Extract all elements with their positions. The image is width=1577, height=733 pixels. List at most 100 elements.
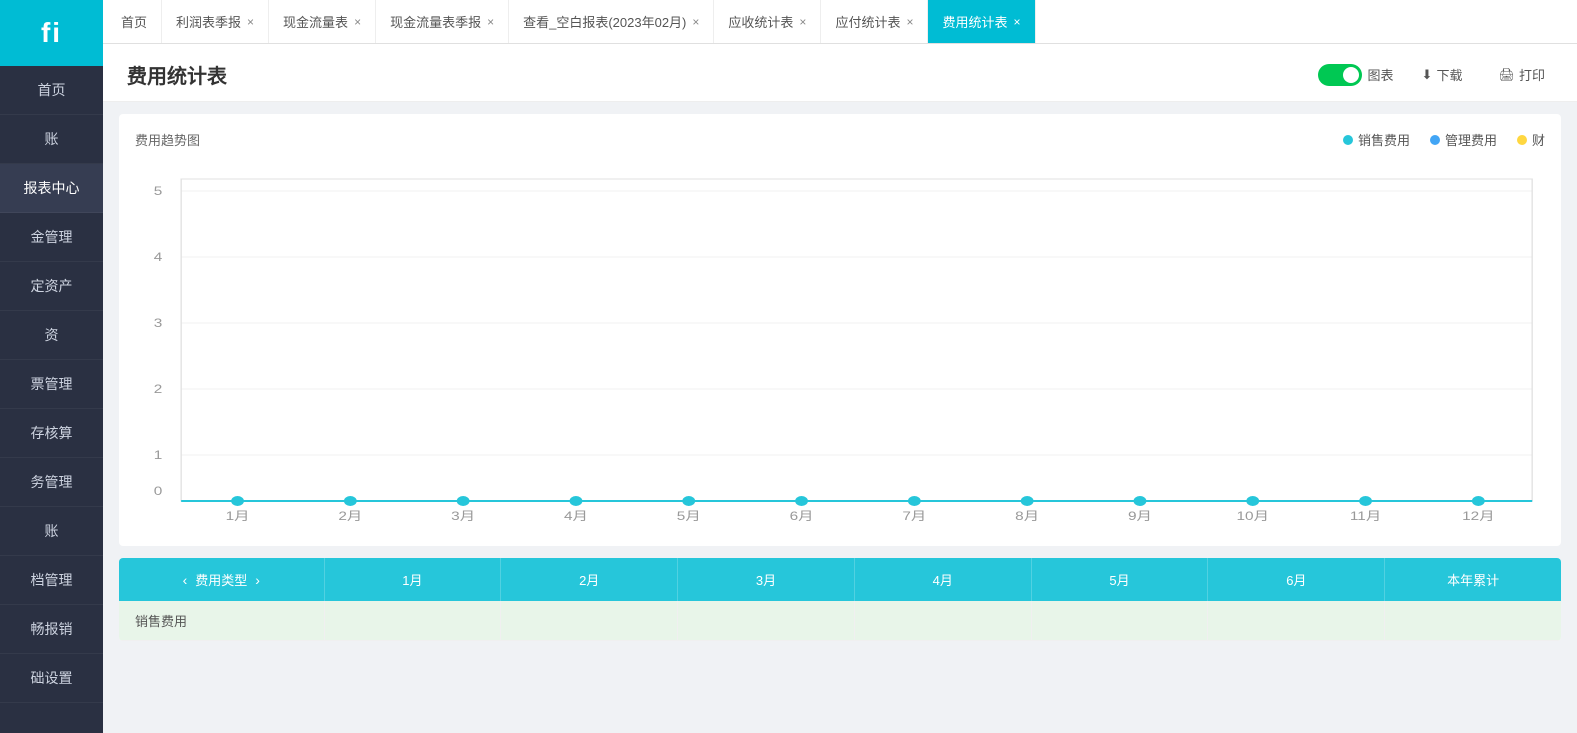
th-expense-type: ‹ 费用类型 › (119, 558, 325, 601)
td-mar (678, 601, 855, 640)
table-section: ‹ 费用类型 › 1月 2月 3月 4月 5月 6月 本年累计 销售费用 (119, 558, 1561, 641)
svg-text:12月: 12月 (1462, 510, 1494, 523)
legend-sales: 销售费用 (1343, 130, 1410, 149)
data-point-7 (908, 496, 921, 506)
sidebar-logo: fi (0, 0, 103, 66)
data-point-11 (1359, 496, 1372, 506)
svg-text:4: 4 (154, 251, 163, 264)
close-icon[interactable]: × (692, 15, 699, 29)
sidebar-item-archive[interactable]: 档管理 (0, 556, 103, 605)
data-point-9 (1134, 496, 1147, 506)
close-icon[interactable]: × (799, 15, 806, 29)
prev-arrow[interactable]: ‹ (183, 572, 188, 588)
svg-text:7月: 7月 (902, 510, 926, 523)
tab-cashflow-quarterly[interactable]: 现金流量表季报 × (376, 0, 509, 43)
chart-toggle[interactable] (1318, 64, 1362, 86)
svg-text:5月: 5月 (677, 510, 701, 523)
td-jun (1208, 601, 1385, 640)
sidebar-item-service[interactable]: 务管理 (0, 458, 103, 507)
svg-text:10月: 10月 (1237, 510, 1269, 523)
tab-home[interactable]: 首页 (107, 0, 162, 43)
legend-finance: 财 (1517, 130, 1545, 149)
data-point-4 (570, 496, 583, 506)
data-point-1 (231, 496, 244, 506)
legend-label-admin: 管理费用 (1445, 130, 1497, 149)
data-point-8 (1021, 496, 1034, 506)
legend-label-finance: 财 (1532, 130, 1545, 149)
sidebar-item-inventory[interactable]: 存核算 (0, 409, 103, 458)
tab-receivable[interactable]: 应收统计表 × (714, 0, 821, 43)
sidebar-item-finance[interactable]: 金管理 (0, 213, 103, 262)
table-header: ‹ 费用类型 › 1月 2月 3月 4月 5月 6月 本年累计 (119, 558, 1561, 601)
legend-dot-admin (1430, 135, 1440, 145)
td-expense-type: 销售费用 (119, 601, 325, 640)
main-area: 首页 利润表季报 × 现金流量表 × 现金流量表季报 × 查看_空白报表(202… (103, 0, 1577, 733)
svg-text:8月: 8月 (1015, 510, 1039, 523)
legend-admin: 管理费用 (1430, 130, 1497, 149)
toggle-label: 图表 (1368, 65, 1394, 84)
sidebar-item-assets[interactable]: 定资产 (0, 262, 103, 311)
download-button[interactable]: ⬇ 下载 (1414, 61, 1471, 88)
svg-text:3月: 3月 (451, 510, 475, 523)
th-mar: 3月 (678, 558, 855, 601)
content-area: 费用统计表 图表 ⬇ 下载 🖨 打印 费用趋势图 (103, 44, 1577, 733)
data-point-10 (1246, 496, 1259, 506)
data-point-6 (795, 496, 808, 506)
sidebar-item-tickets[interactable]: 票管理 (0, 360, 103, 409)
svg-text:1: 1 (154, 449, 163, 462)
tab-bar: 首页 利润表季报 × 现金流量表 × 现金流量表季报 × 查看_空白报表(202… (103, 0, 1577, 44)
td-may (1032, 601, 1209, 640)
data-point-12 (1472, 496, 1485, 506)
sidebar: fi 首页 账 报表中心 金管理 定资产 资 票管理 存核算 务管理 账 档管理… (0, 0, 103, 733)
td-feb (501, 601, 678, 640)
data-point-2 (344, 496, 357, 506)
sidebar-item-reimbursement[interactable]: 畅报销 (0, 605, 103, 654)
svg-text:4月: 4月 (564, 510, 588, 523)
td-ytd (1385, 601, 1561, 640)
close-icon[interactable]: × (247, 15, 254, 29)
svg-text:2: 2 (154, 383, 163, 396)
close-icon[interactable]: × (487, 15, 494, 29)
svg-text:0: 0 (154, 485, 163, 498)
th-jan: 1月 (325, 558, 502, 601)
sidebar-item-reports[interactable]: 报表中心 (0, 164, 103, 213)
tab-blank-report[interactable]: 查看_空白报表(2023年02月) × (509, 0, 714, 43)
next-arrow[interactable]: › (255, 572, 260, 588)
print-button[interactable]: 🖨 打印 (1490, 61, 1553, 88)
table-row: 销售费用 (119, 601, 1561, 641)
sidebar-item-account[interactable]: 账 (0, 115, 103, 164)
th-may: 5月 (1032, 558, 1209, 601)
svg-text:11月: 11月 (1350, 510, 1381, 523)
svg-text:9月: 9月 (1128, 510, 1152, 523)
chart-toggle-wrap: 图表 (1318, 64, 1394, 86)
legend-dot-sales (1343, 135, 1353, 145)
svg-text:2月: 2月 (338, 510, 362, 523)
tab-payable[interactable]: 应付统计表 × (821, 0, 928, 43)
close-icon[interactable]: × (1013, 15, 1020, 29)
svg-text:3: 3 (154, 317, 163, 330)
close-icon[interactable]: × (906, 15, 913, 29)
sidebar-item-settings[interactable]: 础设置 (0, 654, 103, 703)
tab-profit-quarterly[interactable]: 利润表季报 × (162, 0, 269, 43)
tab-cashflow[interactable]: 现金流量表 × (269, 0, 376, 43)
chart-title: 费用趋势图 (135, 130, 1545, 149)
page-header: 费用统计表 图表 ⬇ 下载 🖨 打印 (103, 44, 1577, 102)
th-jun: 6月 (1208, 558, 1385, 601)
td-apr (855, 601, 1032, 640)
close-icon[interactable]: × (354, 15, 361, 29)
print-icon: 🖨 (1498, 67, 1515, 83)
download-icon: ⬇ (1422, 67, 1433, 83)
tab-expense[interactable]: 费用统计表 × (928, 0, 1035, 43)
data-point-3 (457, 496, 470, 506)
legend-dot-finance (1517, 135, 1527, 145)
svg-text:5: 5 (154, 185, 163, 198)
data-point-5 (682, 496, 695, 506)
th-apr: 4月 (855, 558, 1032, 601)
sidebar-item-home[interactable]: 首页 (0, 66, 103, 115)
sidebar-item-ledger[interactable]: 账 (0, 507, 103, 556)
sidebar-item-capital[interactable]: 资 (0, 311, 103, 360)
td-jan (325, 601, 502, 640)
legend-label-sales: 销售费用 (1358, 130, 1410, 149)
chart-svg: 5 4 3 2 1 0 (135, 165, 1545, 525)
header-actions: 图表 ⬇ 下载 🖨 打印 (1318, 61, 1553, 88)
